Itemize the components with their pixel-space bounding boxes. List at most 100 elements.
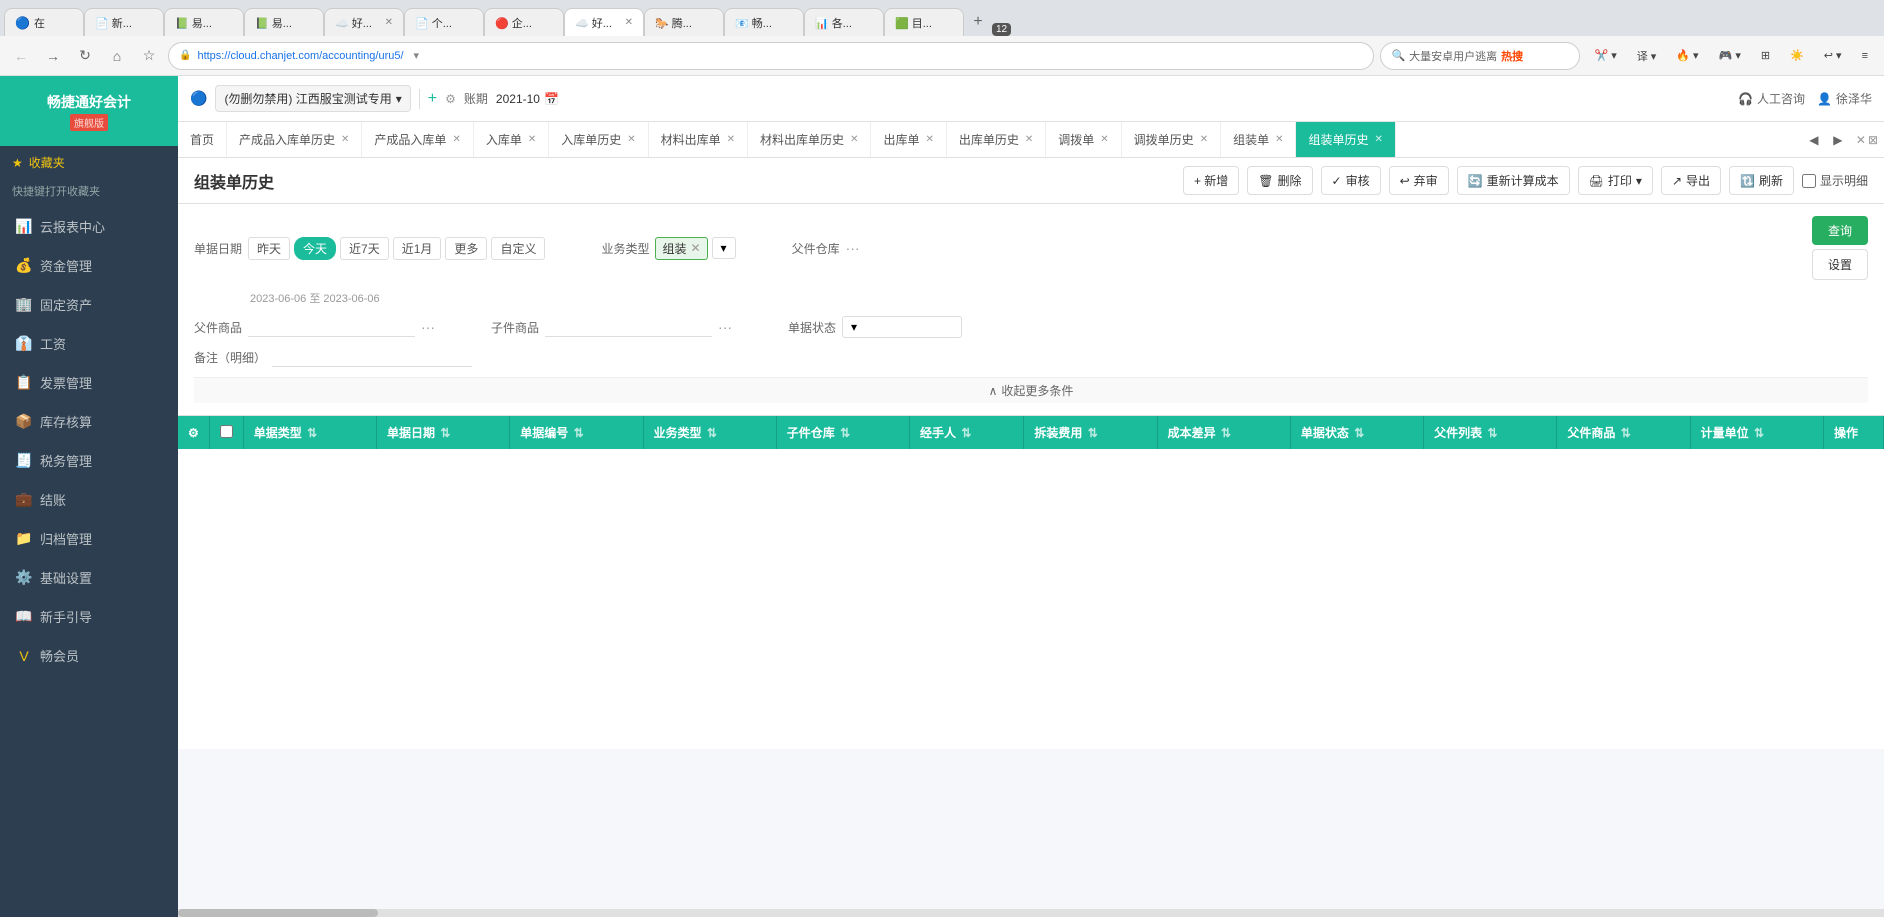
address-bar[interactable]: 🔒 https://cloud.chanjet.com/accounting/u… [168, 42, 1374, 70]
close-material-out[interactable]: ✕ [727, 134, 735, 145]
nav-tab-assembly-history[interactable]: 组装单历史 ✕ [1296, 122, 1395, 158]
child-goods-input[interactable] [545, 318, 712, 337]
scroll-thumb[interactable] [178, 909, 378, 917]
sort-parent-list[interactable]: ⇅ [1487, 426, 1497, 440]
sidebar-item-settings[interactable]: ⚙️ 基础设置 [0, 558, 178, 597]
refresh-button[interactable]: 🔃 刷新 [1729, 166, 1794, 195]
parent-warehouse-more[interactable]: ··· [846, 240, 860, 256]
export-button[interactable]: ↗ 导出 [1661, 166, 1721, 195]
delete-button[interactable]: 🗑 删除 [1247, 166, 1312, 195]
sidebar-item-salary[interactable]: 👔 工资 [0, 324, 178, 363]
undo-btn[interactable]: ↩ ▾ [1816, 43, 1850, 69]
close-transfer-history[interactable]: ✕ [1200, 134, 1208, 145]
sidebar-item-inventory[interactable]: 📦 库存核算 [0, 402, 178, 441]
sort-disassembly-fee[interactable]: ⇅ [1088, 426, 1098, 440]
custom-btn[interactable]: 自定义 [491, 237, 545, 260]
add-company-btn[interactable]: + [428, 90, 437, 108]
audit-button[interactable]: ✓ 审核 [1321, 166, 1381, 195]
close-current-tab[interactable]: ✕ [1856, 133, 1866, 147]
close-transfer[interactable]: ✕ [1100, 134, 1108, 145]
7days-btn[interactable]: 近7天 [340, 237, 389, 260]
horizontal-scrollbar[interactable] [178, 909, 1884, 917]
add-button[interactable]: + 新增 [1183, 166, 1239, 195]
browser-tab-7[interactable]: 🔴 企... [484, 8, 564, 36]
sort-bill-date[interactable]: ⇅ [440, 426, 450, 440]
parent-goods-input[interactable] [248, 318, 415, 337]
sidebar-item-closing[interactable]: 💼 结账 [0, 480, 178, 519]
sidebar-favorites[interactable]: ★ 收藏夹 [0, 146, 178, 179]
sidebar-item-invoice[interactable]: 📋 发票管理 [0, 363, 178, 402]
browser-tab-5[interactable]: ☁️ 好... ✕ [324, 8, 404, 36]
sort-parent-goods[interactable]: ⇅ [1621, 426, 1631, 440]
tabs-left-arrow[interactable]: ◀ [1802, 128, 1826, 152]
nav-tab-transfer-history[interactable]: 调拨单历史 ✕ [1122, 122, 1221, 158]
nav-tab-transfer[interactable]: 调拨单 ✕ [1046, 122, 1121, 158]
game-btn[interactable]: 🎮 ▾ [1711, 43, 1749, 69]
support-button[interactable]: 🎧 人工咨询 [1738, 90, 1805, 107]
sidebar-item-tax[interactable]: 🧾 税务管理 [0, 441, 178, 480]
close-material-out-history[interactable]: ✕ [850, 134, 858, 145]
close-inbound-history[interactable]: ✕ [627, 134, 635, 145]
sidebar-item-assets[interactable]: 🏢 固定资产 [0, 285, 178, 324]
child-goods-more[interactable]: ··· [718, 319, 732, 335]
abandon-button[interactable]: ↩ 弃审 [1389, 166, 1449, 195]
address-expand[interactable]: ▾ [414, 49, 420, 62]
th-checkbox[interactable] [209, 416, 243, 449]
settings-panel-button[interactable]: 设置 [1812, 249, 1868, 280]
close-assembly-history[interactable]: ✕ [1375, 134, 1383, 145]
print-button[interactable]: 🖨 打印 ▾ [1578, 166, 1653, 195]
more-btn[interactable]: 更多 [445, 237, 487, 260]
sort-bill-no[interactable]: ⇅ [574, 426, 584, 440]
query-button[interactable]: 查询 [1812, 216, 1868, 245]
grid-btn[interactable]: ⊞ [1753, 43, 1778, 69]
sidebar-item-archive[interactable]: 📁 归档管理 [0, 519, 178, 558]
nav-tab-home[interactable]: 首页 [178, 122, 227, 158]
menu-btn[interactable]: ≡ [1854, 43, 1876, 69]
user-info[interactable]: 👤 徐泽华 [1817, 90, 1872, 107]
th-settings[interactable]: ⚙ [178, 416, 209, 449]
scissors-btn[interactable]: ✂️ ▾ [1586, 43, 1624, 69]
home-button[interactable]: ⌂ [104, 43, 130, 69]
browser-search[interactable]: 🔍 大量安卓用户逃离 热搜 [1380, 42, 1580, 70]
new-tab-button[interactable]: + [964, 8, 992, 36]
nav-tab-finished-goods-history[interactable]: 产成品入库单历史 ✕ [227, 122, 362, 158]
nav-tab-outbound[interactable]: 出库单 ✕ [871, 122, 946, 158]
close-outbound[interactable]: ✕ [925, 134, 933, 145]
nav-tab-material-out[interactable]: 材料出库单 ✕ [649, 122, 748, 158]
collapse-button[interactable]: ∧ 收起更多条件 [194, 377, 1868, 403]
close-all-tabs[interactable]: ⊠ [1868, 133, 1878, 147]
emoji-btn[interactable]: 🔥 ▾ [1668, 43, 1706, 69]
gear-btn[interactable]: ⚙ [445, 92, 456, 106]
nav-tab-material-out-history[interactable]: 材料出库单历史 ✕ [748, 122, 871, 158]
close-inbound[interactable]: ✕ [528, 134, 536, 145]
1month-btn[interactable]: 近1月 [393, 237, 442, 260]
sort-handler[interactable]: ⇅ [961, 426, 971, 440]
nav-tab-finished-goods[interactable]: 产成品入库单 ✕ [362, 122, 473, 158]
browser-tab-9[interactable]: 🐎 腾... [644, 8, 724, 36]
close-assembly[interactable]: ✕ [1275, 134, 1283, 145]
close-outbound-history[interactable]: ✕ [1025, 134, 1033, 145]
sort-bill-type[interactable]: ⇅ [307, 426, 317, 440]
sidebar-item-guide[interactable]: 📖 新手引导 [0, 597, 178, 636]
calendar-icon[interactable]: 📅 [544, 92, 559, 106]
bill-status-dropdown[interactable]: ▾ [842, 316, 962, 338]
close-finished-goods[interactable]: ✕ [452, 134, 460, 145]
nav-tab-assembly[interactable]: 组装单 ✕ [1221, 122, 1296, 158]
browser-tab-6[interactable]: 📄 个... [404, 8, 484, 36]
sidebar-item-vip[interactable]: V 畅会员 [0, 636, 178, 675]
browser-tab-4[interactable]: 📗 易... [244, 8, 324, 36]
forward-button[interactable]: → [40, 43, 66, 69]
browser-tab-10[interactable]: 📧 畅... [724, 8, 804, 36]
tabs-right-arrow[interactable]: ▶ [1826, 128, 1850, 152]
sidebar-item-reports[interactable]: 📊 云报表中心 [0, 207, 178, 246]
browser-tab-2[interactable]: 📄 新... [84, 8, 164, 36]
show-detail-checkbox[interactable] [1802, 174, 1816, 188]
table-settings-icon[interactable]: ⚙ [188, 426, 199, 440]
recalc-button[interactable]: 🔄 重新计算成本 [1457, 166, 1570, 195]
sort-biz-type[interactable]: ⇅ [707, 426, 717, 440]
yesterday-btn[interactable]: 昨天 [248, 237, 290, 260]
business-dropdown[interactable]: ▾ [712, 237, 736, 259]
assembly-tag-remove[interactable]: ✕ [690, 241, 700, 255]
browser-tab-1[interactable]: 🔵 在 [4, 8, 84, 36]
sort-cost-diff[interactable]: ⇅ [1221, 426, 1231, 440]
